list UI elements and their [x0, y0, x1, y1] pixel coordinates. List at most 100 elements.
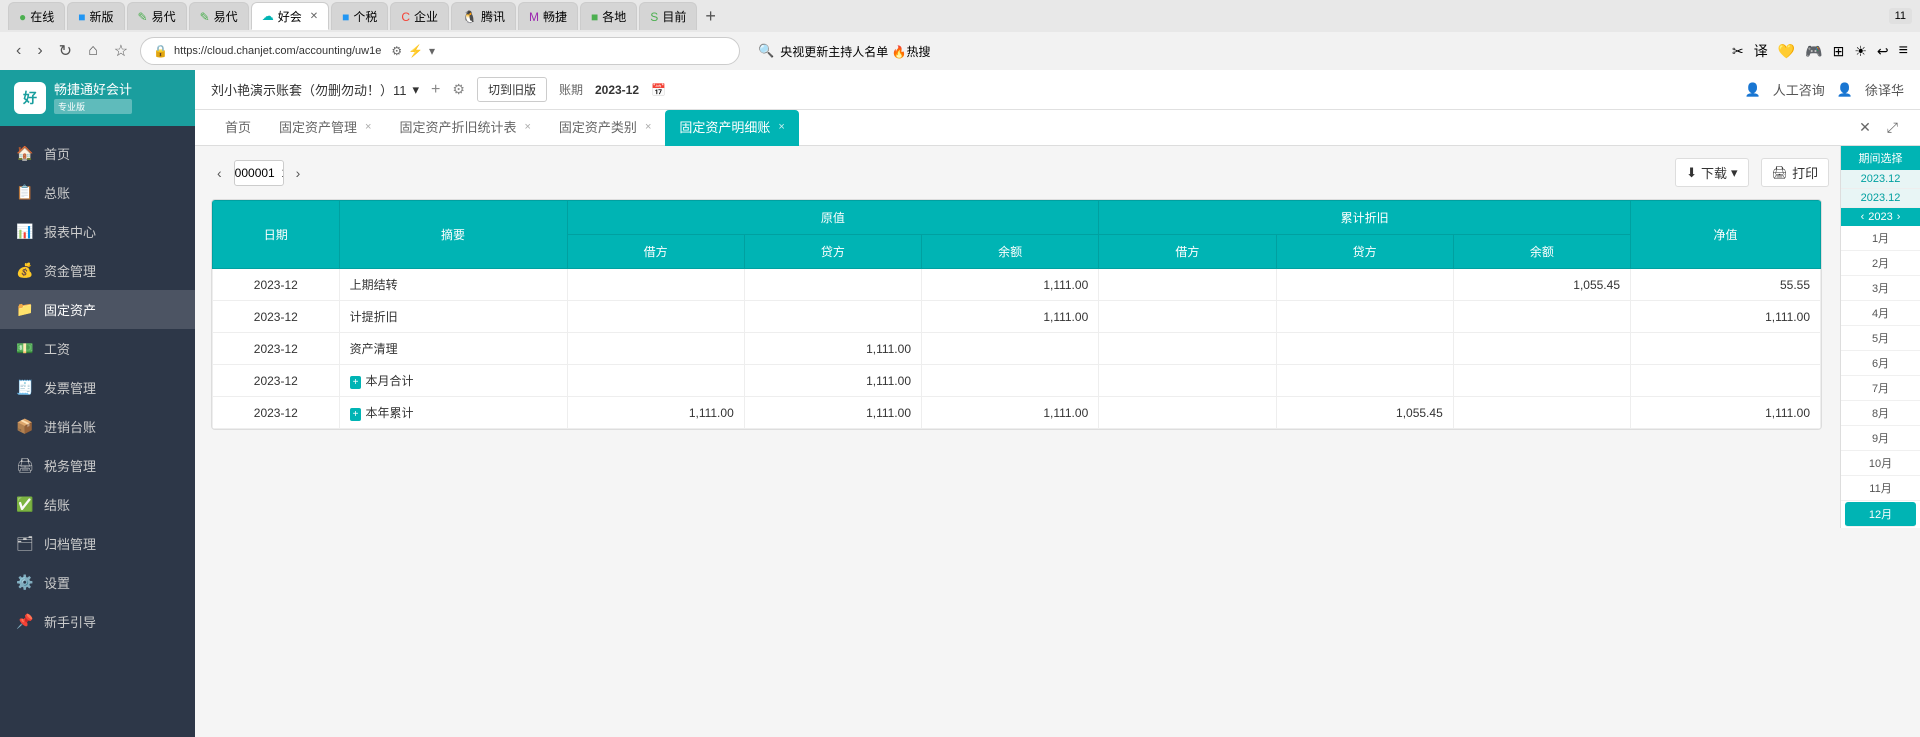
table-row[interactable]: 2023-12 +本月合计 1,111.00	[213, 365, 1821, 397]
period-month-7[interactable]: 7月	[1841, 376, 1920, 401]
next-page-btn[interactable]: ›	[290, 163, 307, 183]
tab-label: 企业	[414, 8, 438, 25]
browser-tab-geshui[interactable]: ■ 个税	[331, 2, 388, 30]
period-month-8[interactable]: 8月	[1841, 401, 1920, 426]
browser-tab-haohui[interactable]: ☁ 好会 ✕	[251, 2, 329, 30]
header-summary: 摘要	[339, 201, 567, 269]
reload-btn[interactable]: ↻	[55, 39, 76, 63]
period-month-2[interactable]: 2月	[1841, 251, 1920, 276]
wallet-icon[interactable]: 💛	[1778, 43, 1795, 60]
sidebar-item-assets[interactable]: 📁 固定资产	[0, 290, 195, 329]
period-month-6[interactable]: 6月	[1841, 351, 1920, 376]
scissors-icon[interactable]: ✂	[1732, 43, 1744, 60]
period-year: ‹ 2023 ›	[1841, 208, 1920, 226]
sidebar-item-funds[interactable]: 💰 资金管理	[0, 251, 195, 290]
settings-btn[interactable]: ⚙	[452, 81, 465, 98]
sidebar-item-ledger[interactable]: 📋 总账	[0, 173, 195, 212]
sidebar-item-guide[interactable]: 📌 新手引导	[0, 602, 195, 641]
tab-home[interactable]: 首页	[211, 110, 265, 146]
address-bar[interactable]: 🔒 https://cloud.chanjet.com/accounting/u…	[140, 37, 740, 65]
browser-tab-close[interactable]: ✕	[310, 11, 318, 22]
dropdown-icon[interactable]: ▾	[413, 82, 420, 98]
row-orig-debit	[567, 269, 744, 301]
tab-label: 首页	[225, 117, 251, 136]
archive-icon: 🗂	[16, 535, 34, 553]
prev-page-btn[interactable]: ‹	[211, 163, 228, 183]
tab-depreciation-stat[interactable]: 固定资产折旧统计表 ×	[385, 110, 544, 146]
row-dep-debit	[1099, 301, 1276, 333]
row-net-value	[1631, 333, 1821, 365]
browser-tab-tencent[interactable]: 🐧 腾讯	[451, 2, 516, 30]
tab-close-icon[interactable]: ×	[524, 121, 530, 133]
search-area: 🔍 央视更新主持人名单 🔥热搜	[758, 43, 930, 60]
sidebar-item-close[interactable]: ✅ 结账	[0, 485, 195, 524]
browser-tab-new[interactable]: ■ 新版	[67, 2, 124, 30]
switch-version-btn[interactable]: 切到旧版	[477, 77, 547, 102]
sidebar-item-settings[interactable]: ⚙️ 设置	[0, 563, 195, 602]
page-input[interactable]	[234, 160, 284, 186]
period-month-10[interactable]: 10月	[1841, 451, 1920, 476]
add-btn[interactable]: +	[431, 81, 440, 99]
back-btn[interactable]: ‹	[12, 40, 25, 62]
tab-label: 固定资产类别	[559, 117, 637, 136]
period-month-9[interactable]: 9月	[1841, 426, 1920, 451]
period-month-11[interactable]: 11月	[1841, 476, 1920, 501]
undo-icon[interactable]: ↩	[1877, 43, 1889, 60]
nav-item-label: 工资	[44, 339, 70, 358]
tab-count: 11	[1889, 8, 1912, 24]
sidebar-item-invoice[interactable]: 🧾 发票管理	[0, 368, 195, 407]
next-year-btn[interactable]: ›	[1897, 211, 1901, 223]
browser-tab-muqian[interactable]: S 目前	[639, 2, 697, 30]
period-month-3[interactable]: 3月	[1841, 276, 1920, 301]
browser-tab-yidai1[interactable]: ✎ 易代	[127, 2, 187, 30]
calendar-icon[interactable]: 📅	[651, 83, 666, 97]
header-orig-balance: 余额	[922, 235, 1099, 269]
assets-icon: 📁	[16, 301, 34, 319]
browser-tab-yidai2[interactable]: ✎ 易代	[189, 2, 249, 30]
download-btn[interactable]: ⬇ 下载 ▾	[1675, 158, 1748, 187]
home-btn[interactable]: ⌂	[84, 40, 102, 62]
tab-asset-detail[interactable]: 固定资产明细账 ×	[665, 110, 798, 146]
browser-tab-changjie[interactable]: M 畅捷	[518, 2, 578, 30]
period-month-5[interactable]: 5月	[1841, 326, 1920, 351]
period-month-4[interactable]: 4月	[1841, 301, 1920, 326]
sidebar-item-home[interactable]: 🏠 首页	[0, 134, 195, 173]
grid-icon[interactable]: ⊞	[1833, 43, 1845, 60]
table-row[interactable]: 2023-12 计提折旧 1,111.00 1,111.00	[213, 301, 1821, 333]
tab-asset-mgmt[interactable]: 固定资产管理 ×	[265, 110, 385, 146]
close-tab-btn[interactable]: ✕	[1853, 117, 1877, 138]
support-label[interactable]: 人工咨询	[1773, 80, 1825, 99]
period-month-1[interactable]: 1月	[1841, 226, 1920, 251]
tab-close-icon[interactable]: ×	[778, 121, 784, 133]
browser-tab-gedi[interactable]: ■ 各地	[580, 2, 637, 30]
browser-tab-enterprise[interactable]: C 企业	[390, 2, 449, 30]
table-row[interactable]: 2023-12 +本年累计 1,111.00 1,111.00 1,111.00…	[213, 397, 1821, 429]
sidebar-item-purchase[interactable]: 📦 进销台账	[0, 407, 195, 446]
browser-tab-online[interactable]: ● 在线	[8, 2, 65, 30]
tab-label: 好会	[278, 8, 302, 25]
expand-btn[interactable]: ⤢	[1881, 117, 1904, 138]
table-row[interactable]: 2023-12 上期结转 1,111.00 1,055.45 55.55	[213, 269, 1821, 301]
new-tab-btn[interactable]: +	[705, 6, 716, 27]
tab-close-icon[interactable]: ×	[645, 121, 651, 133]
nav-item-label: 进销台账	[44, 417, 96, 436]
tab-asset-category[interactable]: 固定资产类别 ×	[545, 110, 665, 146]
sidebar-item-archive[interactable]: 🗂 归档管理	[0, 524, 195, 563]
forward-btn[interactable]: ›	[33, 40, 46, 62]
header-orig-credit: 贷方	[744, 235, 921, 269]
tab-close-icon[interactable]: ×	[365, 121, 371, 133]
game-icon[interactable]: 🎮	[1805, 43, 1822, 60]
tab-label: 个税	[353, 8, 377, 25]
sidebar-item-tax[interactable]: 🖨 税务管理	[0, 446, 195, 485]
period-month-12[interactable]: 12月	[1845, 502, 1916, 527]
tab-controls: ✕ ⤢	[1853, 117, 1904, 138]
sidebar-item-reports[interactable]: 📊 报表中心	[0, 212, 195, 251]
sidebar-item-salary[interactable]: 💵 工资	[0, 329, 195, 368]
table-row[interactable]: 2023-12 资产清理 1,111.00	[213, 333, 1821, 365]
prev-year-btn[interactable]: ‹	[1861, 211, 1865, 223]
brightness-icon[interactable]: ☀	[1854, 43, 1867, 60]
menu-icon[interactable]: ≡	[1899, 42, 1908, 60]
print-btn[interactable]: 🖨 打印	[1761, 158, 1830, 187]
translate-icon[interactable]: 译	[1754, 41, 1768, 61]
bookmark-btn[interactable]: ☆	[110, 39, 132, 63]
